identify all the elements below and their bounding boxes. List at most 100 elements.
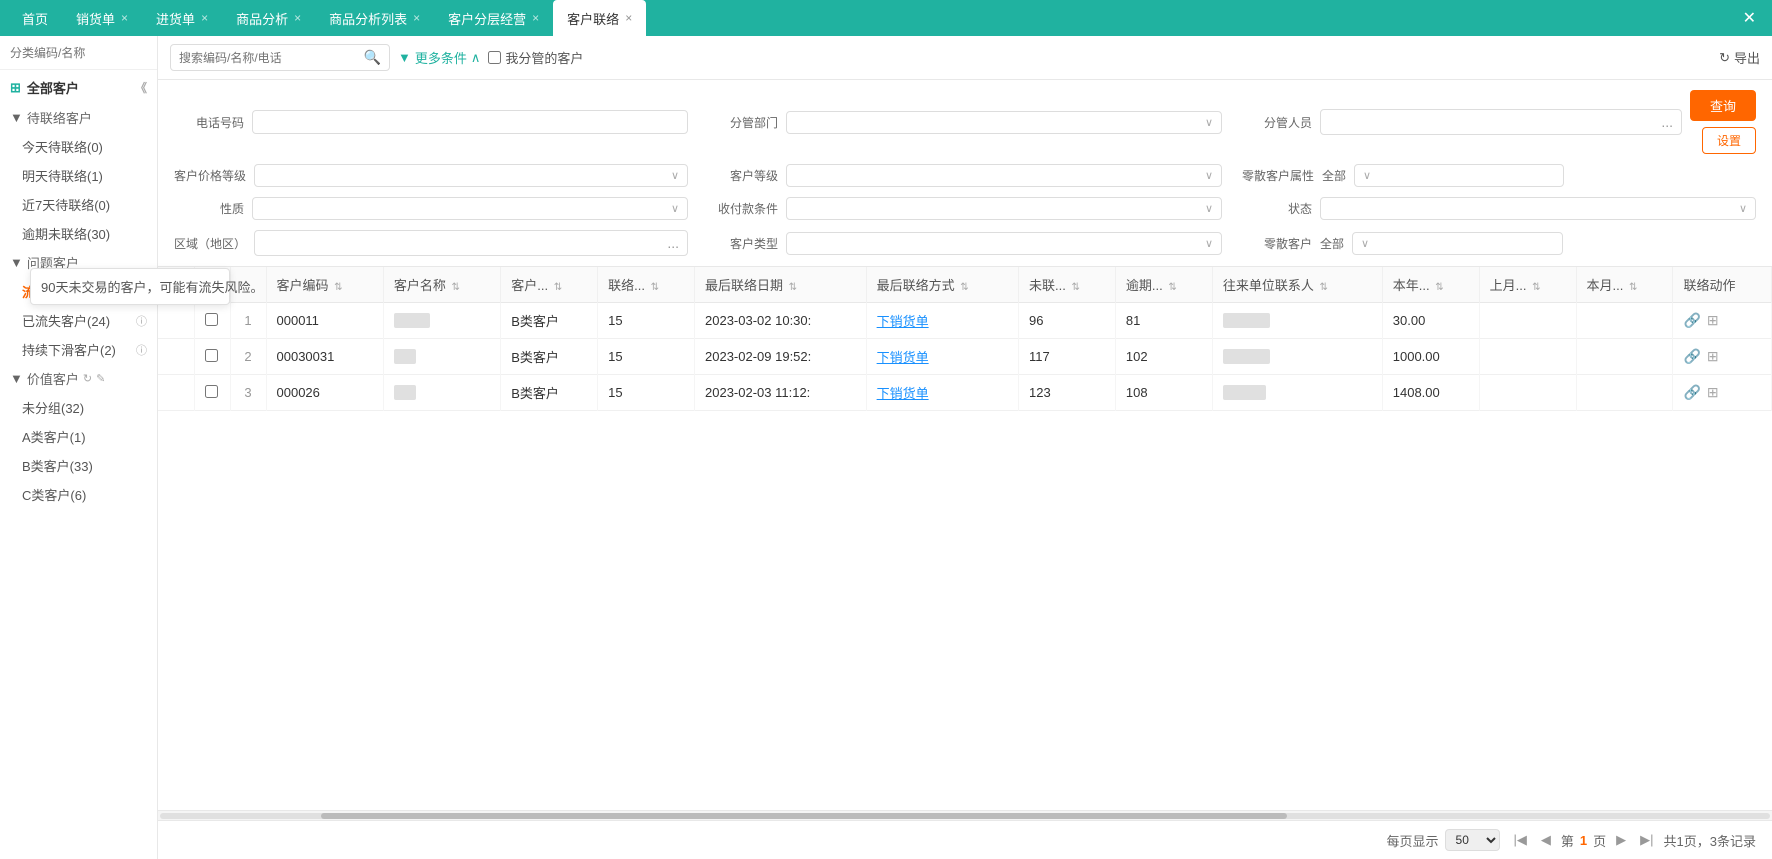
tab-purchase[interactable]: 进货单 × [142, 0, 222, 36]
sidebar-all-customers[interactable]: ⊞ 全部客户 《 [0, 70, 157, 103]
sidebar-item-7days-pending[interactable]: 近7天待联络(0) [0, 190, 157, 219]
sidebar-item-declining[interactable]: 持续下滑客户(2) ⓘ [0, 335, 157, 364]
my-customers-checkbox[interactable] [488, 51, 501, 64]
tab-purchase-close[interactable]: × [201, 11, 208, 25]
manager-input[interactable]: ... [1320, 109, 1682, 135]
row2-checkbox[interactable] [194, 339, 230, 375]
row1-action: 🔗 ⊞ [1673, 303, 1772, 339]
name-sort-icon[interactable]: ⇅ [452, 282, 460, 293]
tab-product-analysis[interactable]: 商品分析 × [222, 0, 315, 36]
per-page-label: 每页显示 [1387, 831, 1439, 850]
sidebar-group-value[interactable]: ▼ 价值客户 ↻ ✎ [0, 364, 157, 393]
code-sort-icon[interactable]: ⇅ [334, 282, 342, 293]
sidebar-item-overdue-pending[interactable]: 逾期未联络(30) [0, 219, 157, 248]
last-month-sort-icon[interactable]: ⇅ [1532, 282, 1540, 293]
tab-customer-tier[interactable]: 客户分层经营 × [434, 0, 553, 36]
tab-product-analysis-close[interactable]: × [294, 11, 301, 25]
uncontacted-sort-icon[interactable]: ⇅ [1072, 282, 1080, 293]
price-level-select[interactable]: ∨ [254, 164, 688, 187]
row3-select[interactable] [205, 385, 218, 398]
export-button[interactable]: ↻ 导出 [1719, 48, 1760, 67]
col-name: 客户名称 ⇅ [383, 267, 500, 303]
sidebar-item-churned[interactable]: 已流失客户(24) ⓘ [0, 306, 157, 335]
row1-last-month [1479, 303, 1576, 339]
next-page-button[interactable]: ▶ [1612, 830, 1630, 850]
tab-product-list[interactable]: 商品分析列表 × [315, 0, 434, 36]
more-filters-button[interactable]: ▼ 更多条件 ∧ [398, 48, 480, 67]
region-dots[interactable]: ... [667, 235, 679, 251]
row2-select[interactable] [205, 349, 218, 362]
sidebar-item-a-class[interactable]: A类客户(1) [0, 422, 157, 451]
nature-select[interactable]: ∨ [252, 197, 688, 220]
sidebar-item-c-class[interactable]: C类客户(6) [0, 480, 157, 509]
phone-input[interactable] [252, 110, 688, 134]
payment-select[interactable]: ∨ [786, 197, 1222, 220]
region-select[interactable]: ... [254, 230, 688, 256]
tab-customer-tier-close[interactable]: × [532, 11, 539, 25]
row1-contact-person [1212, 303, 1382, 339]
value-edit-icon[interactable]: ✎ [96, 372, 105, 385]
last-method-sort-icon[interactable]: ⇅ [960, 282, 968, 293]
overdue-sort-icon[interactable]: ⇅ [1168, 282, 1176, 293]
col-last-month: 上月... ⇅ [1479, 267, 1576, 303]
retail-attr-select[interactable]: ∨ [1354, 164, 1564, 187]
tab-home[interactable]: 首页 [8, 0, 62, 36]
close-all-tabs[interactable]: ✕ [1735, 8, 1764, 28]
customer-level-select[interactable]: ∨ [786, 164, 1222, 187]
row1-select[interactable] [205, 313, 218, 326]
row2-action-link[interactable]: 🔗 [1683, 348, 1700, 365]
row2-code: 00030031 [266, 339, 383, 375]
row3-last-method-link[interactable]: 下销货单 [877, 386, 929, 401]
type-sort-icon[interactable]: ⇅ [554, 282, 562, 293]
sidebar-item-ungrouped[interactable]: 未分组(32) [0, 393, 157, 422]
page-size-select[interactable]: 50 100 [1445, 829, 1500, 851]
first-page-button[interactable]: |◀ [1510, 830, 1531, 850]
row2-action-grid[interactable]: ⊞ [1707, 348, 1719, 365]
search-submit-icon[interactable]: 🔍 [364, 49, 381, 66]
tab-product-list-close[interactable]: × [413, 11, 420, 25]
my-customers-label[interactable]: 我分管的客户 [488, 48, 583, 67]
sidebar-search-input[interactable] [10, 46, 158, 60]
tab-sales[interactable]: 销货单 × [62, 0, 142, 36]
status-select[interactable]: ∨ [1320, 197, 1756, 220]
row1-last-method-link[interactable]: 下销货单 [877, 314, 929, 329]
dept-select[interactable]: ∨ [786, 111, 1222, 134]
value-refresh-icon[interactable]: ↻ [83, 372, 92, 385]
this-year-sort-icon[interactable]: ⇅ [1435, 282, 1443, 293]
row1-action-link[interactable]: 🔗 [1683, 312, 1700, 329]
row2-last-method-link[interactable]: 下销货单 [877, 350, 929, 365]
row1-action-grid[interactable]: ⊞ [1707, 312, 1719, 329]
search-input[interactable] [179, 51, 364, 65]
customer-type-select[interactable]: ∨ [786, 232, 1222, 255]
sidebar-group-pending[interactable]: ▼ 待联络客户 [0, 103, 157, 132]
contact-person-sort-icon[interactable]: ⇅ [1319, 282, 1327, 293]
last-page-button[interactable]: ▶| [1636, 830, 1657, 850]
last-date-sort-icon[interactable]: ⇅ [789, 282, 797, 293]
tab-bar: 首页 销货单 × 进货单 × 商品分析 × 商品分析列表 × 客户分层经营 × … [0, 0, 1772, 36]
row3-action-grid[interactable]: ⊞ [1707, 384, 1719, 401]
row3-action-link[interactable]: 🔗 [1683, 384, 1700, 401]
retail-customer-select[interactable]: ∨ [1352, 232, 1563, 255]
row2-last-method[interactable]: 下销货单 [866, 339, 1018, 375]
query-button[interactable]: 查询 [1690, 90, 1756, 121]
horizontal-scrollbar[interactable] [158, 810, 1772, 820]
row3-checkbox[interactable] [194, 375, 230, 411]
sidebar-item-b-class[interactable]: B类客户(33) [0, 451, 157, 480]
row3-contact-person [1212, 375, 1382, 411]
sidebar-item-tomorrow-pending[interactable]: 明天待联络(1) [0, 161, 157, 190]
row1-checkbox[interactable] [194, 303, 230, 339]
contact-sort-icon[interactable]: ⇅ [651, 282, 659, 293]
this-month-sort-icon[interactable]: ⇅ [1629, 282, 1637, 293]
tab-customer-contact-close[interactable]: × [625, 11, 632, 25]
settings-button[interactable]: 设置 [1702, 127, 1756, 154]
scrollbar-thumb[interactable] [321, 813, 1287, 819]
prev-page-button[interactable]: ◀ [1537, 830, 1555, 850]
tab-sales-close[interactable]: × [121, 11, 128, 25]
row1-last-method[interactable]: 下销货单 [866, 303, 1018, 339]
tab-customer-contact[interactable]: 客户联络 × [553, 0, 646, 36]
row3-last-method[interactable]: 下销货单 [866, 375, 1018, 411]
sidebar-item-today-pending[interactable]: 今天待联络(0) [0, 132, 157, 161]
manager-dots[interactable]: ... [1661, 114, 1673, 130]
current-page: 1 [1580, 833, 1587, 848]
dept-label: 分管部门 [708, 114, 778, 131]
